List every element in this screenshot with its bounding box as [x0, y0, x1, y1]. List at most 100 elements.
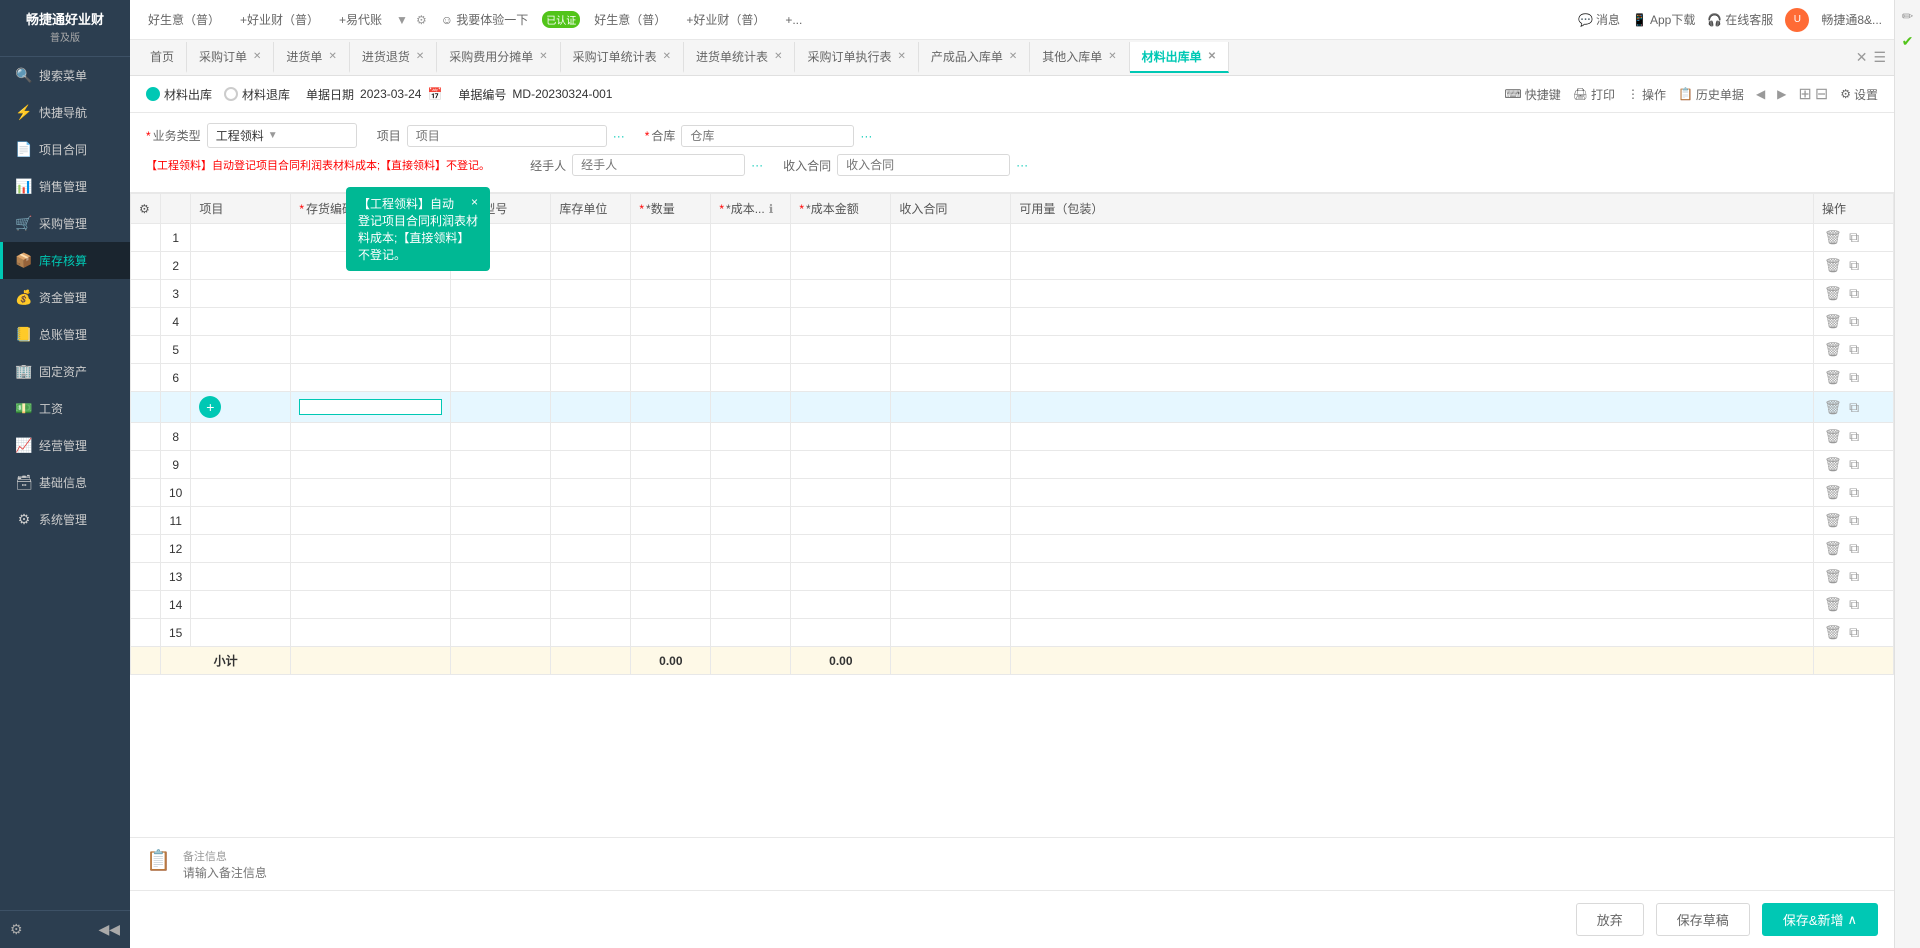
row-contract-13[interactable] — [891, 591, 1011, 619]
prev-doc-icon[interactable]: ◀ — [1756, 87, 1765, 101]
tab-close-3[interactable]: ✕ — [416, 51, 424, 62]
tab-close-8[interactable]: ✕ — [1009, 51, 1017, 62]
income-contract-input[interactable] — [837, 154, 1010, 176]
radio-material-return[interactable]: 材料退库 — [224, 86, 290, 103]
row-cost-1[interactable] — [711, 252, 791, 280]
topbar-nav-good-business[interactable]: 好生意（普） — [142, 7, 226, 32]
row-inv-14[interactable] — [291, 619, 451, 647]
sidebar-item-库存核算[interactable]: 📦库存核算 — [0, 242, 130, 279]
row-qty-9[interactable] — [631, 479, 711, 507]
user-avatar[interactable]: U — [1785, 8, 1809, 32]
row-cost-9[interactable] — [711, 479, 791, 507]
row-inv-7[interactable] — [291, 423, 451, 451]
row-qty-1[interactable] — [631, 252, 711, 280]
row-spec-13[interactable] — [451, 591, 551, 619]
sidebar-item-基础信息[interactable]: 🗃基础信息 — [0, 464, 130, 501]
delete-row-icon-0[interactable]: 🗑 — [1824, 229, 1842, 245]
row-cost-12[interactable] — [711, 563, 791, 591]
row-cost-0[interactable] — [711, 224, 791, 252]
tab-close-1[interactable]: ✕ — [253, 51, 261, 62]
next-doc-icon[interactable]: ▶ — [1777, 87, 1786, 101]
row-spec-5[interactable] — [451, 364, 551, 392]
sidebar-item-搜索菜单[interactable]: 🔍搜索菜单 — [0, 57, 130, 94]
delete-row-icon-7[interactable]: 🗑 — [1824, 428, 1842, 444]
row-project-0[interactable] — [191, 224, 291, 252]
row-project-5[interactable] — [191, 364, 291, 392]
row-qty-0[interactable] — [631, 224, 711, 252]
row-contract-2[interactable] — [891, 280, 1011, 308]
copy-row-icon-12[interactable]: ⧉ — [1849, 568, 1859, 584]
copy-row-icon-5[interactable]: ⧉ — [1849, 369, 1859, 385]
row-cost-5[interactable] — [711, 364, 791, 392]
row-cost-amt-10[interactable] — [791, 507, 891, 535]
row-contract-7[interactable] — [891, 423, 1011, 451]
tab-close-9[interactable]: ✕ — [1108, 51, 1116, 62]
sidebar-item-快捷导航[interactable]: ⚡快捷导航 — [0, 94, 130, 131]
copy-row-icon-9[interactable]: ⧉ — [1849, 484, 1859, 500]
rp-edit-icon[interactable]: ✏ — [1902, 8, 1914, 25]
date-value[interactable]: 2023-03-24 — [360, 87, 421, 101]
row-qty-5[interactable] — [631, 364, 711, 392]
sidebar-item-项目合同[interactable]: 📄项目合同 — [0, 131, 130, 168]
row-contract-4[interactable] — [891, 336, 1011, 364]
tab-item-1[interactable]: 采购订单✕ — [187, 42, 274, 73]
delete-row-icon-3[interactable]: 🗑 — [1824, 313, 1842, 329]
row-cost-10[interactable] — [711, 507, 791, 535]
row-qty-13[interactable] — [631, 591, 711, 619]
copy-row-icon-2[interactable]: ⧉ — [1849, 285, 1859, 301]
row-inv-4[interactable] — [291, 336, 451, 364]
row-project-11[interactable] — [191, 535, 291, 563]
save-draft-button[interactable]: 保存草稿 — [1656, 903, 1750, 936]
tab-item-3[interactable]: 进货退货✕ — [350, 42, 437, 73]
tab-item-4[interactable]: 采购费用分摊单✕ — [437, 42, 560, 73]
copy-row-icon-6[interactable]: ⧉ — [1849, 399, 1859, 415]
row-cost-8[interactable] — [711, 451, 791, 479]
row-project-3[interactable] — [191, 308, 291, 336]
topbar-nav-good-finance[interactable]: +好业财（普） — [234, 7, 325, 32]
row-cost-amt-7[interactable] — [791, 423, 891, 451]
row-spec-10[interactable] — [451, 507, 551, 535]
copy-row-icon-13[interactable]: ⧉ — [1849, 596, 1859, 612]
th-settings[interactable]: ⚙ — [131, 194, 161, 224]
row-contract-11[interactable] — [891, 535, 1011, 563]
copy-row-icon-1[interactable]: ⧉ — [1849, 257, 1859, 273]
grid-view-icon[interactable]: ⊟ — [1815, 84, 1828, 104]
sidebar-item-销售管理[interactable]: 📊销售管理 — [0, 168, 130, 205]
row-contract-0[interactable] — [891, 224, 1011, 252]
tab-item-9[interactable]: 其他入库单✕ — [1030, 42, 1129, 73]
add-row-btn[interactable]: + — [199, 396, 221, 418]
radio-material-out[interactable]: 材料出库 — [146, 86, 212, 103]
row-cost-13[interactable] — [711, 591, 791, 619]
tab-item-8[interactable]: 产成品入库单✕ — [919, 42, 1030, 73]
row-contract-5[interactable] — [891, 364, 1011, 392]
settings-icon[interactable]: ⚙ — [10, 921, 23, 938]
tab-item-7[interactable]: 采购订单执行表✕ — [795, 42, 918, 73]
warehouse-link[interactable]: ··· — [860, 129, 872, 143]
sidebar-item-系统管理[interactable]: ⚙系统管理 — [0, 501, 130, 538]
tab-close-10[interactable]: ✕ — [1208, 51, 1216, 62]
delete-row-icon-10[interactable]: 🗑 — [1824, 512, 1842, 528]
row-cost-amt-4[interactable] — [791, 336, 891, 364]
row-spec-2[interactable] — [451, 280, 551, 308]
tab-item-2[interactable]: 进货单✕ — [274, 42, 349, 73]
row-cost-amt-0[interactable] — [791, 224, 891, 252]
row-contract-3[interactable] — [891, 308, 1011, 336]
copy-row-icon-11[interactable]: ⧉ — [1849, 540, 1859, 556]
row-project-1[interactable] — [191, 252, 291, 280]
message-btn[interactable]: 💬 消息 — [1578, 11, 1620, 28]
sidebar-item-经营管理[interactable]: 📈经营管理 — [0, 427, 130, 464]
row-qty-3[interactable] — [631, 308, 711, 336]
project-input[interactable] — [407, 125, 607, 147]
topbar-dropdown-icon[interactable]: ▼ — [396, 13, 408, 27]
settings-btn[interactable]: ⚙ 设置 — [1840, 86, 1878, 103]
income-contract-link[interactable]: ··· — [1016, 158, 1028, 172]
app-download-btn[interactable]: 📱 App下载 — [1632, 11, 1695, 28]
delete-row-icon-5[interactable]: 🗑 — [1824, 369, 1842, 385]
tab-item-10[interactable]: 材料出库单✕ — [1130, 42, 1229, 73]
row-cost-7[interactable] — [711, 423, 791, 451]
row-project-4[interactable] — [191, 336, 291, 364]
row-inv-12[interactable] — [291, 563, 451, 591]
row-qty-6[interactable] — [631, 392, 711, 423]
row-contract-1[interactable] — [891, 252, 1011, 280]
row-project-2[interactable] — [191, 280, 291, 308]
